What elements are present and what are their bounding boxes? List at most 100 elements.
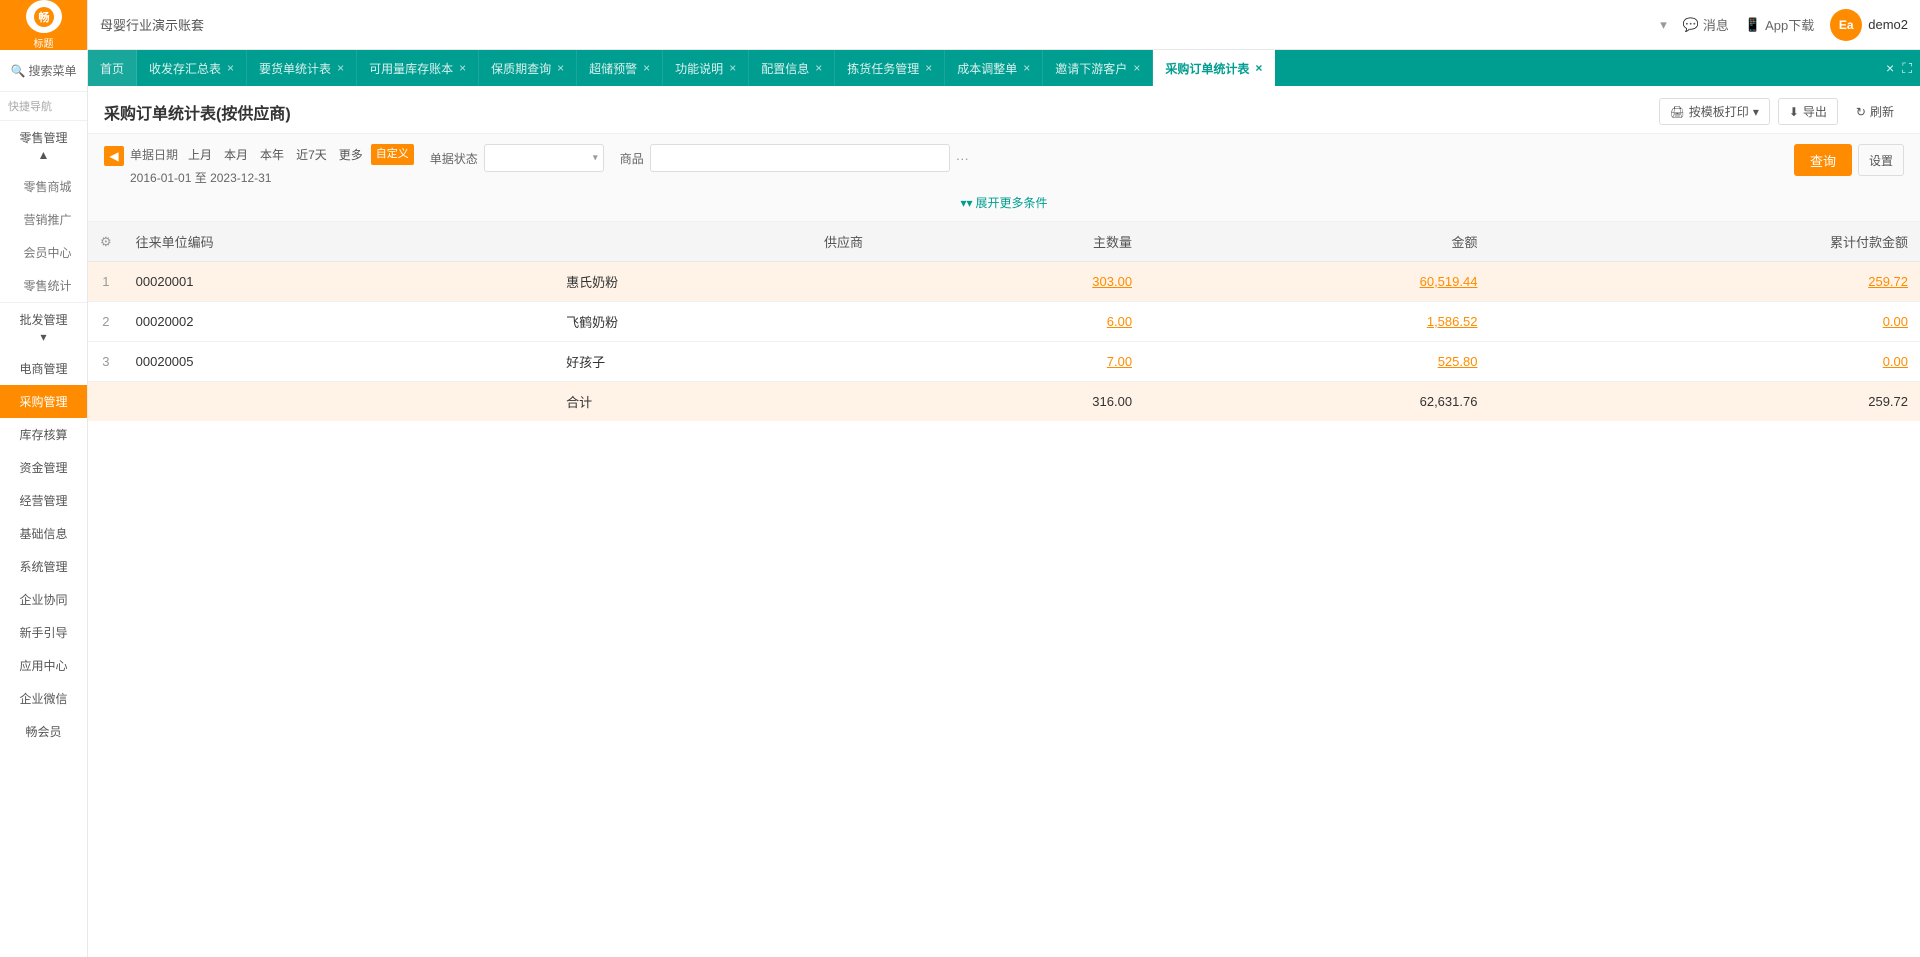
tab-config-info[interactable]: 配置信息 × <box>749 50 835 86</box>
sidebar-item-retail-shop[interactable]: 零售商城 <box>0 170 87 203</box>
tab-close-icon[interactable]: × <box>459 61 466 75</box>
sidebar-item-member[interactable]: 会员中心 <box>0 236 87 269</box>
tab-close-icon[interactable]: × <box>729 61 736 75</box>
row-paid[interactable]: 0.00 <box>1489 302 1920 342</box>
print-button[interactable]: 🖨 按模板打印 ▾ <box>1659 98 1770 125</box>
filter-collapse-button[interactable]: ◀ <box>104 146 124 166</box>
sidebar-item-ecommerce[interactable]: 电商管理 <box>0 352 87 385</box>
sidebar-item-operation[interactable]: 经营管理 <box>0 484 87 517</box>
tab-close-icon[interactable]: × <box>227 61 234 75</box>
row-paid[interactable]: 259.72 <box>1489 262 1920 302</box>
tab-pick-task[interactable]: 拣货任务管理 × <box>835 50 945 86</box>
sidebar-item-guide[interactable]: 新手引导 <box>0 616 87 649</box>
date-btn-this-month[interactable]: 本月 <box>220 144 252 165</box>
sidebar-item-purchase[interactable]: 采购管理 <box>0 385 87 418</box>
tab-goods-summary[interactable]: 要货单统计表 × <box>247 50 357 86</box>
topbar: 母婴行业演示账套 ▾ 💬 消息 📱 App下载 Ea demo2 <box>88 0 1920 50</box>
sidebar-item-wechat[interactable]: 企业微信 <box>0 682 87 715</box>
amount-link[interactable]: 1,586.52 <box>1427 314 1478 329</box>
status-select[interactable] <box>484 144 604 172</box>
tab-cost-adjust[interactable]: 成本调整单 × <box>945 50 1043 86</box>
paid-link[interactable]: 259.72 <box>1868 274 1908 289</box>
tab-overstock-warning[interactable]: 超储预警 × <box>577 50 663 86</box>
status-label: 单据状态 <box>430 150 478 167</box>
user-menu[interactable]: Ea demo2 <box>1830 9 1908 41</box>
sidebar-item-marketing[interactable]: 营销推广 <box>0 203 87 236</box>
export-button[interactable]: ⬇ 导出 <box>1778 98 1838 125</box>
filter-expand-button[interactable]: ▾▾ 展开更多条件 <box>960 194 1047 211</box>
tab-close-icon[interactable]: × <box>337 61 344 75</box>
filter-area: ◀ 单据日期 上月 本月 本年 近7天 更多 自定义 <box>88 134 1920 222</box>
tab-close-icon[interactable]: × <box>1255 61 1262 75</box>
amount-link[interactable]: 525.80 <box>1438 354 1478 369</box>
topbar-actions: 💬 消息 📱 App下载 Ea demo2 <box>1683 9 1908 41</box>
tab-label: 保质期查询 <box>491 60 551 77</box>
tab-label: 成本调整单 <box>957 60 1017 77</box>
app-download-button[interactable]: 📱 App下载 <box>1745 15 1814 34</box>
date-custom-tag[interactable]: 自定义 <box>371 144 414 165</box>
qty-link[interactable]: 6.00 <box>1107 314 1132 329</box>
tab-maximize-button[interactable]: ⛶ <box>1902 60 1912 77</box>
tab-close-icon[interactable]: × <box>1023 61 1030 75</box>
page-header: 采购订单统计表(按供应商) 🖨 按模板打印 ▾ ⬇ 导出 ↻ 刷新 <box>88 86 1920 134</box>
col-supplier-header: 供应商 <box>554 222 875 262</box>
sidebar-item-vip[interactable]: 畅会员 <box>0 715 87 748</box>
qty-link[interactable]: 303.00 <box>1092 274 1132 289</box>
tab-close-icon[interactable]: × <box>643 61 650 75</box>
row-code: 00020001 <box>124 262 555 302</box>
tab-function-desc[interactable]: 功能说明 × <box>663 50 749 86</box>
search-menu-button[interactable]: 🔍 搜索菜单 <box>6 58 81 83</box>
tab-close-icon[interactable]: × <box>557 61 564 75</box>
column-settings-icon[interactable]: ⚙ <box>100 234 112 250</box>
sidebar-item-retail-stat[interactable]: 零售统计 <box>0 269 87 303</box>
sidebar-item-stock[interactable]: 库存核算 <box>0 418 87 451</box>
goods-more-icon[interactable]: ··· <box>956 151 969 166</box>
sidebar-item-label: 营销推广 <box>23 211 71 228</box>
amount-link[interactable]: 60,519.44 <box>1420 274 1478 289</box>
tab-close-icon[interactable]: × <box>815 61 822 75</box>
qty-link[interactable]: 7.00 <box>1107 354 1132 369</box>
tab-receive-summary[interactable]: 收发存汇总表 × <box>137 50 247 86</box>
tab-purchase-summary[interactable]: 采购订单统计表 × <box>1153 50 1275 86</box>
tab-expiry-query[interactable]: 保质期查询 × <box>479 50 577 86</box>
dropdown-arrow-icon[interactable]: ▾ <box>1660 17 1667 33</box>
row-amount[interactable]: 525.80 <box>1144 342 1489 382</box>
sidebar-item-appcenter[interactable]: 应用中心 <box>0 649 87 682</box>
row-qty[interactable]: 6.00 <box>875 302 1144 342</box>
row-amount[interactable]: 1,586.52 <box>1144 302 1489 342</box>
paid-link[interactable]: 0.00 <box>1883 354 1908 369</box>
date-btn-last-month[interactable]: 上月 <box>184 144 216 165</box>
date-btn-more[interactable]: 更多 <box>335 144 367 165</box>
query-button[interactable]: 查询 <box>1794 144 1852 176</box>
tab-home-label: 首页 <box>100 60 124 77</box>
settings-button[interactable]: 设置 <box>1858 144 1904 176</box>
page-title: 采购订单统计表(按供应商) <box>104 100 291 124</box>
date-btn-this-year[interactable]: 本年 <box>256 144 288 165</box>
tab-available-stock[interactable]: 可用量库存账本 × <box>357 50 479 86</box>
row-amount[interactable]: 60,519.44 <box>1144 262 1489 302</box>
row-supplier: 好孩子 <box>554 342 875 382</box>
refresh-button[interactable]: ↻ 刷新 <box>1846 99 1904 124</box>
paid-link[interactable]: 0.00 <box>1883 314 1908 329</box>
date-btn-7days[interactable]: 近7天 <box>292 144 331 165</box>
sidebar-item-basic[interactable]: 基础信息 <box>0 517 87 550</box>
refresh-label: 刷新 <box>1870 103 1894 120</box>
sidebar-item-capital[interactable]: 资金管理 <box>0 451 87 484</box>
sidebar-item-system[interactable]: 系统管理 <box>0 550 87 583</box>
sidebar-item-retail[interactable]: 零售管理 ▲ <box>0 121 87 170</box>
sidebar-item-enterprise[interactable]: 企业协同 <box>0 583 87 616</box>
tab-close-icon[interactable]: × <box>1133 61 1140 75</box>
sidebar-item-wholesale[interactable]: 批发管理 ▾ <box>0 303 87 352</box>
message-button[interactable]: 💬 消息 <box>1683 15 1729 34</box>
row-qty[interactable]: 303.00 <box>875 262 1144 302</box>
goods-input[interactable] <box>650 144 950 172</box>
status-select-wrap <box>484 144 604 172</box>
tab-invite-downstream[interactable]: 邀请下游客户 × <box>1043 50 1153 86</box>
tab-close-icon[interactable]: × <box>925 61 932 75</box>
row-paid[interactable]: 0.00 <box>1489 342 1920 382</box>
tab-home[interactable]: 首页 <box>88 50 137 86</box>
tab-close-all-button[interactable]: × <box>1886 60 1894 76</box>
export-icon: ⬇ <box>1789 105 1799 119</box>
row-qty[interactable]: 7.00 <box>875 342 1144 382</box>
message-label: 消息 <box>1703 15 1729 34</box>
